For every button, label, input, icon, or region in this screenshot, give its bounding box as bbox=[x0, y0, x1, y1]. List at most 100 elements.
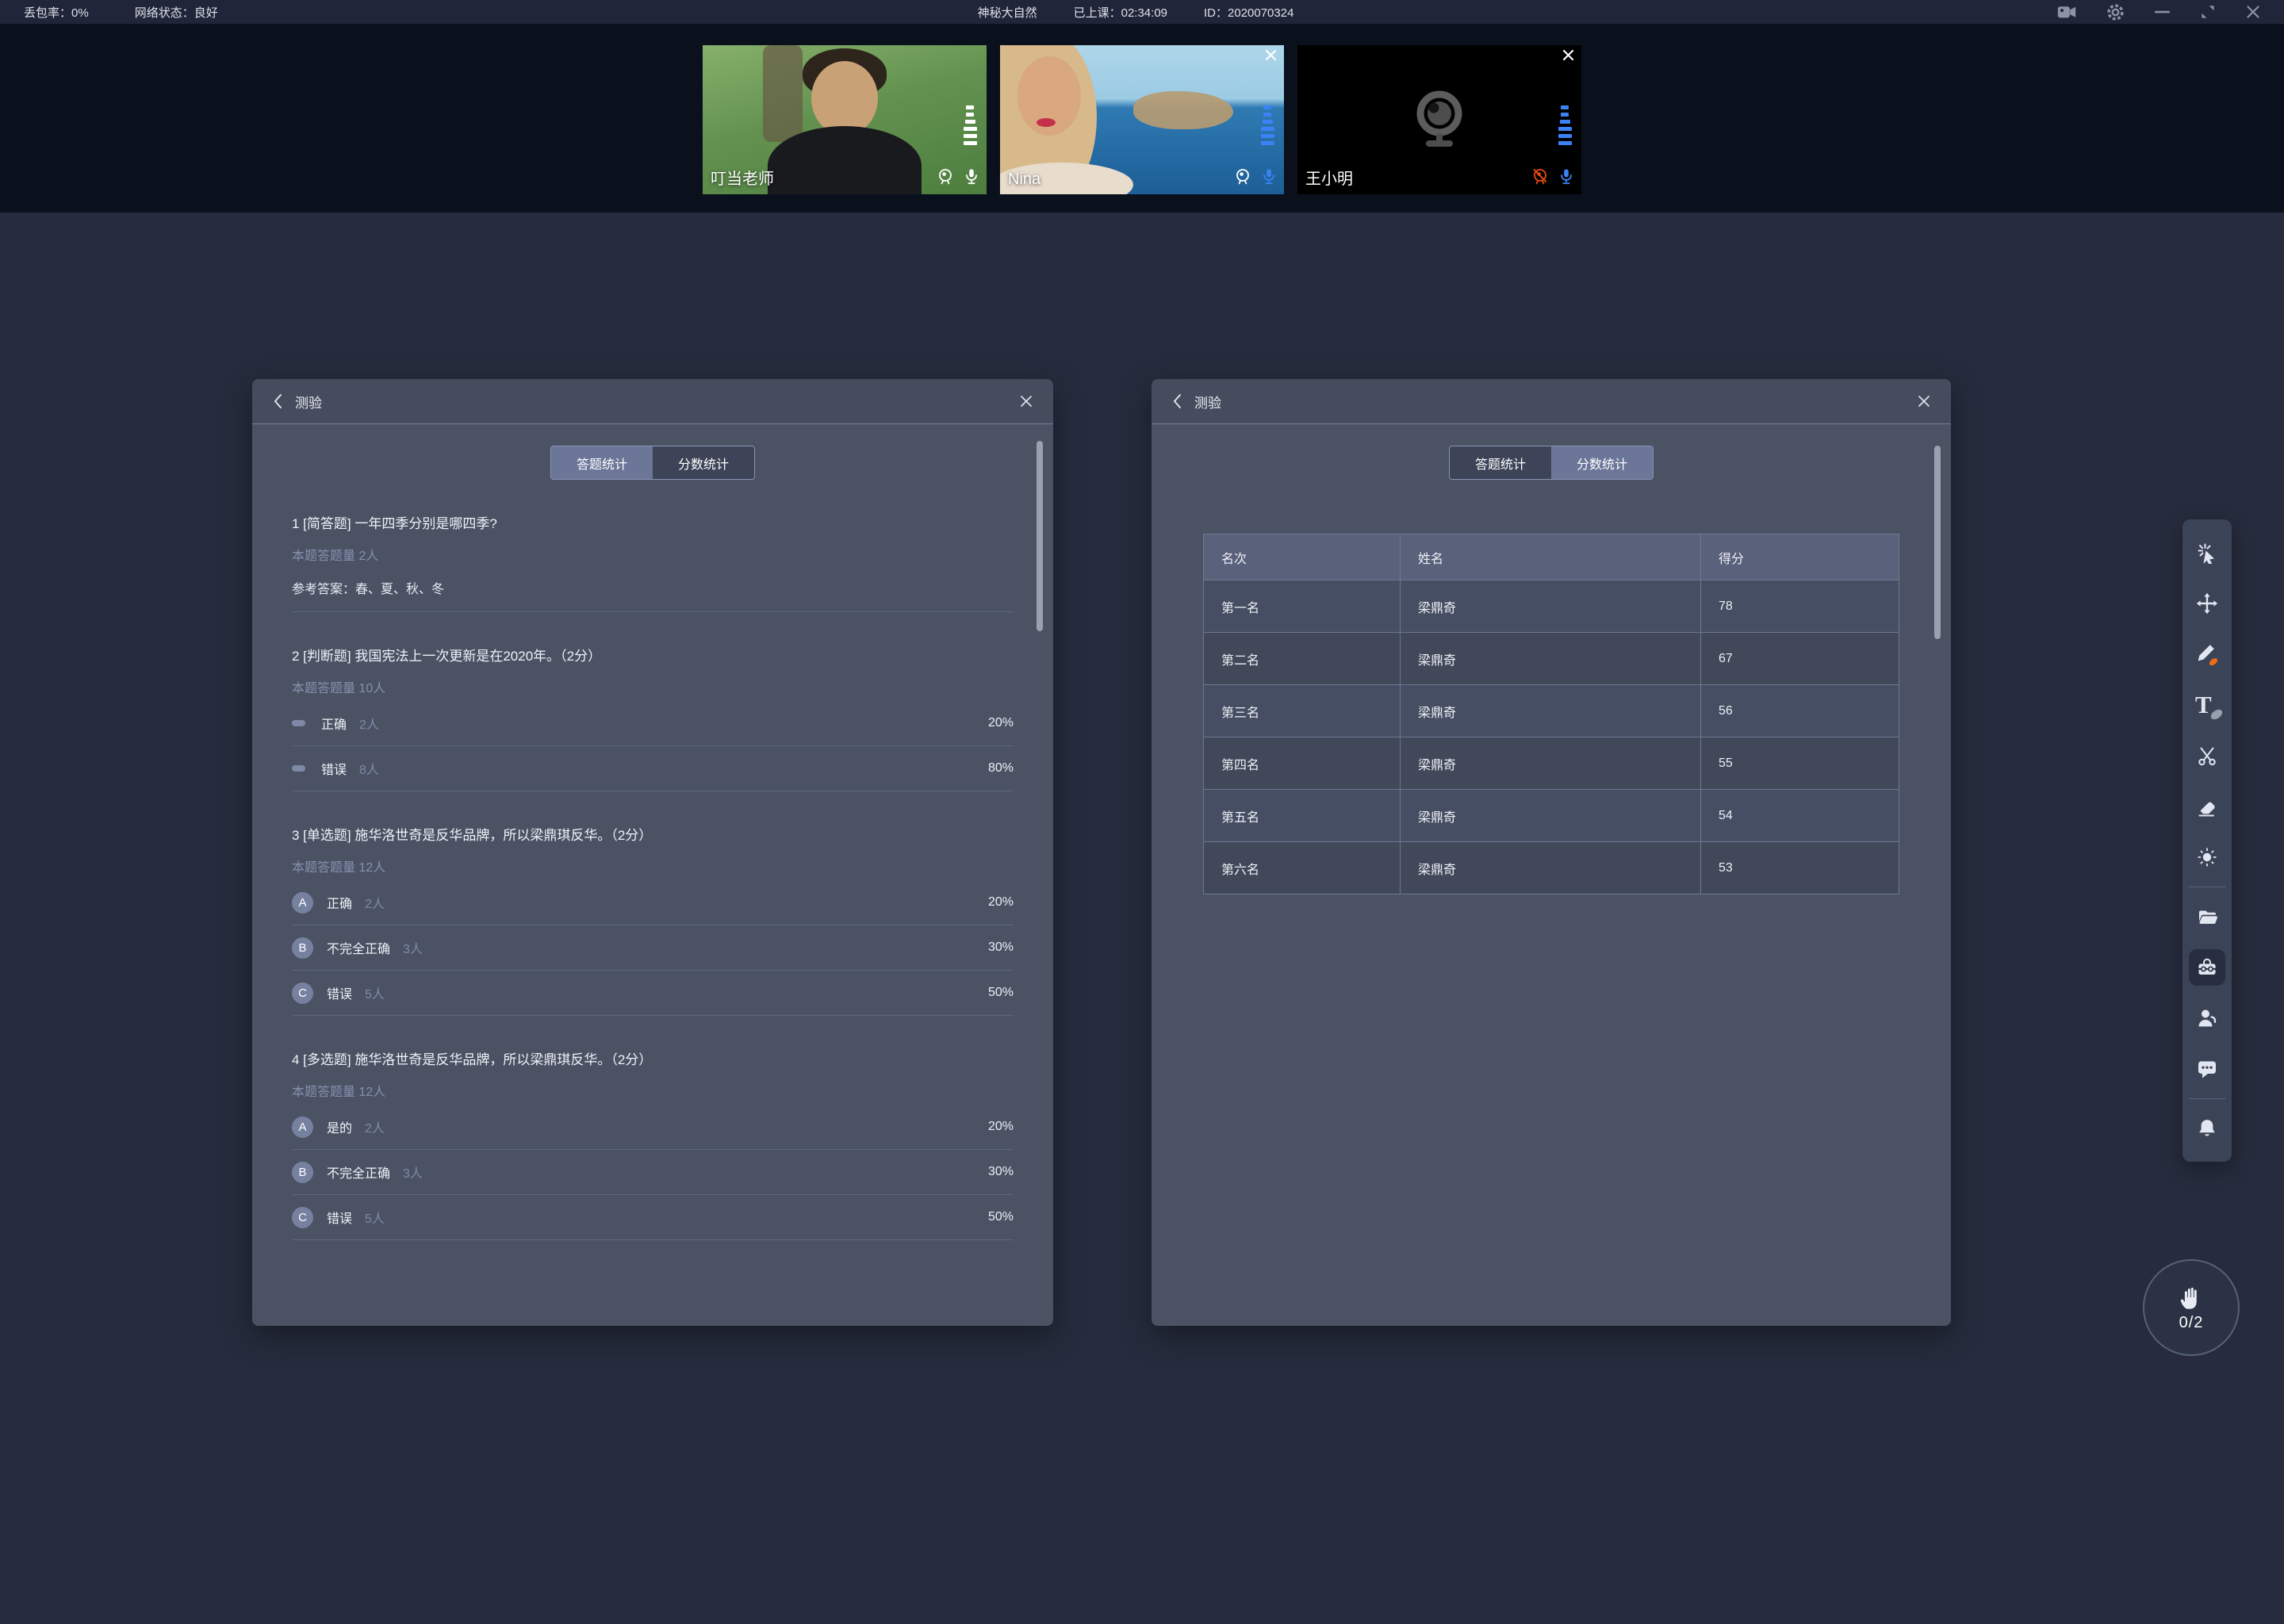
rank-cell: 第六名 bbox=[1203, 841, 1401, 894]
tab-answer-stats[interactable]: 答题统计 bbox=[1450, 446, 1551, 479]
folder-icon bbox=[2198, 910, 2217, 925]
option-label: 错误 bbox=[327, 1212, 353, 1226]
back-icon[interactable] bbox=[1172, 393, 1182, 409]
col-header-score: 得分 bbox=[1700, 534, 1899, 580]
score-cell: 56 bbox=[1700, 684, 1899, 737]
video-tile-wangxiaoming[interactable]: 王小明 bbox=[1297, 45, 1581, 194]
toolbar-divider bbox=[2189, 1098, 2225, 1099]
option-row: 正确 2人 20% bbox=[292, 701, 1014, 746]
close-video-icon[interactable] bbox=[1562, 49, 1574, 65]
scissors-icon bbox=[2198, 747, 2216, 766]
member-tool-button[interactable] bbox=[2182, 993, 2232, 1044]
maximize-button[interactable] bbox=[2200, 4, 2216, 20]
panel-title: 测验 bbox=[295, 395, 322, 411]
eraser-tool-button[interactable] bbox=[2182, 781, 2232, 832]
participant-name: 叮当老师 bbox=[711, 170, 774, 188]
text-tool-button[interactable]: T bbox=[2182, 680, 2232, 730]
option-pill-icon bbox=[292, 720, 305, 726]
packet-loss-label: 丢包率：0% bbox=[24, 6, 89, 20]
option-letter-badge: A bbox=[292, 891, 313, 914]
spotlight-tool-button[interactable] bbox=[2182, 832, 2232, 883]
option-label: 不完全正确 bbox=[327, 943, 391, 956]
class-time-label: 已上课：02:34:09 bbox=[1073, 6, 1168, 20]
microphone-icon[interactable] bbox=[963, 168, 980, 189]
col-header-name: 姓名 bbox=[1400, 534, 1701, 580]
scrollbar[interactable] bbox=[1037, 441, 1043, 631]
option-letter-badge: C bbox=[292, 1206, 313, 1228]
option-percent: 50% bbox=[987, 1210, 1014, 1224]
chat-tool-button[interactable] bbox=[2182, 1044, 2232, 1094]
notification-tool-button[interactable] bbox=[2182, 1103, 2232, 1154]
question-answer-count: 本题答题量 2人 bbox=[292, 550, 379, 563]
option-label: 错误 bbox=[321, 764, 347, 777]
webcam-off-icon[interactable] bbox=[1531, 168, 1549, 189]
pen-icon bbox=[2198, 645, 2218, 666]
webcam-on-icon[interactable] bbox=[1234, 168, 1251, 189]
close-panel-icon[interactable] bbox=[1020, 395, 1033, 408]
option-pill-icon bbox=[292, 765, 305, 772]
quiz-answers-panel: 测验 答题统计 分数统计 1 [简答题] 一年四季分别是哪四季? 本题答题量 2… bbox=[252, 379, 1053, 1326]
question-title: 4 [多选题] 施华洛世奇是反华品牌，所以梁鼎琪反华。（2分） bbox=[292, 1052, 653, 1067]
member-icon bbox=[2198, 1009, 2217, 1027]
move-icon bbox=[2196, 592, 2218, 615]
eraser-icon bbox=[2198, 802, 2215, 817]
toolbox-tool-button[interactable] bbox=[2182, 942, 2232, 993]
select-tool-button[interactable] bbox=[2182, 527, 2232, 578]
move-tool-button[interactable] bbox=[2182, 578, 2232, 629]
cursor-click-icon bbox=[2198, 543, 2214, 564]
option-row: A 正确 2人 20% bbox=[292, 880, 1014, 925]
col-header-rank: 名次 bbox=[1203, 534, 1401, 580]
option-count: 5人 bbox=[365, 988, 385, 1002]
video-tile-teacher[interactable]: 叮当老师 bbox=[703, 45, 987, 194]
close-video-icon[interactable] bbox=[1265, 49, 1277, 65]
close-panel-icon[interactable] bbox=[1918, 395, 1930, 408]
tab-score-stats[interactable]: 分数统计 bbox=[1551, 446, 1653, 479]
question-title: 2 [判断题] 我国宪法上一次更新是在2020年。（2分） bbox=[292, 649, 602, 664]
hand-icon bbox=[2180, 1287, 2197, 1309]
courseware-folder-button[interactable] bbox=[2182, 891, 2232, 942]
text-icon: T bbox=[2195, 692, 2225, 722]
session-id-label: ID：2020070324 bbox=[1204, 6, 1294, 20]
tab-answer-stats[interactable]: 答题统计 bbox=[551, 446, 653, 479]
option-label: 是的 bbox=[327, 1122, 353, 1136]
whiteboard-toolbar: T bbox=[2182, 519, 2232, 1162]
name-cell: 梁鼎奇 bbox=[1400, 632, 1701, 685]
tab-score-stats[interactable]: 分数统计 bbox=[653, 446, 754, 479]
option-count: 3人 bbox=[403, 1167, 423, 1181]
name-cell: 梁鼎奇 bbox=[1400, 684, 1701, 737]
settings-gear-icon[interactable] bbox=[2106, 3, 2125, 21]
title-bar: 丢包率：0% 网络状态：良好 神秘大自然 已上课：02:34:09 ID：202… bbox=[0, 0, 2284, 24]
scrollbar[interactable] bbox=[1934, 446, 1941, 639]
question-title: 3 [单选题] 施华洛世奇是反华品牌，所以梁鼎琪反华。（2分） bbox=[292, 828, 653, 843]
raise-hand-button[interactable]: 0/2 bbox=[2143, 1259, 2240, 1356]
video-strip: 叮当老师 Nina 王小明 bbox=[0, 24, 2284, 213]
pen-tool-button[interactable] bbox=[2182, 629, 2232, 680]
close-window-button[interactable] bbox=[2246, 5, 2260, 19]
back-icon[interactable] bbox=[273, 393, 282, 409]
score-cell: 53 bbox=[1700, 841, 1899, 894]
option-count: 2人 bbox=[365, 898, 385, 911]
chat-icon bbox=[2198, 1061, 2216, 1078]
cut-tool-button[interactable] bbox=[2182, 730, 2232, 781]
minimize-button[interactable] bbox=[2155, 10, 2170, 13]
video-tile-nina[interactable]: Nina bbox=[1000, 45, 1284, 194]
camera-mode-icon[interactable] bbox=[2057, 6, 2076, 19]
rank-cell: 第五名 bbox=[1203, 789, 1401, 842]
option-letter-badge: B bbox=[292, 1161, 313, 1183]
webcam-on-icon[interactable] bbox=[937, 168, 954, 189]
name-cell: 梁鼎奇 bbox=[1400, 841, 1701, 894]
rank-cell: 第四名 bbox=[1203, 737, 1401, 790]
app-window: 丢包率：0% 网络状态：良好 神秘大自然 已上课：02:34:09 ID：202… bbox=[0, 0, 2284, 1624]
class-name-label: 神秘大自然 bbox=[977, 6, 1037, 20]
reference-answer: 参考答案：春、夏、秋、冬 bbox=[292, 583, 445, 596]
microphone-icon[interactable] bbox=[1260, 168, 1278, 189]
table-row: 第五名 梁鼎奇 54 bbox=[1203, 789, 1899, 842]
name-cell: 梁鼎奇 bbox=[1400, 789, 1701, 842]
table-row: 第六名 梁鼎奇 53 bbox=[1203, 841, 1899, 894]
volume-level-indicator bbox=[1555, 105, 1574, 145]
option-letter-badge: C bbox=[292, 982, 313, 1004]
divider bbox=[292, 611, 1014, 612]
microphone-icon[interactable] bbox=[1558, 168, 1575, 189]
name-cell: 梁鼎奇 bbox=[1400, 737, 1701, 790]
score-table: 名次 姓名 得分 第一名 梁鼎奇 78 第二名 梁鼎奇 67 第三名 梁鼎奇 5… bbox=[1203, 534, 1899, 894]
